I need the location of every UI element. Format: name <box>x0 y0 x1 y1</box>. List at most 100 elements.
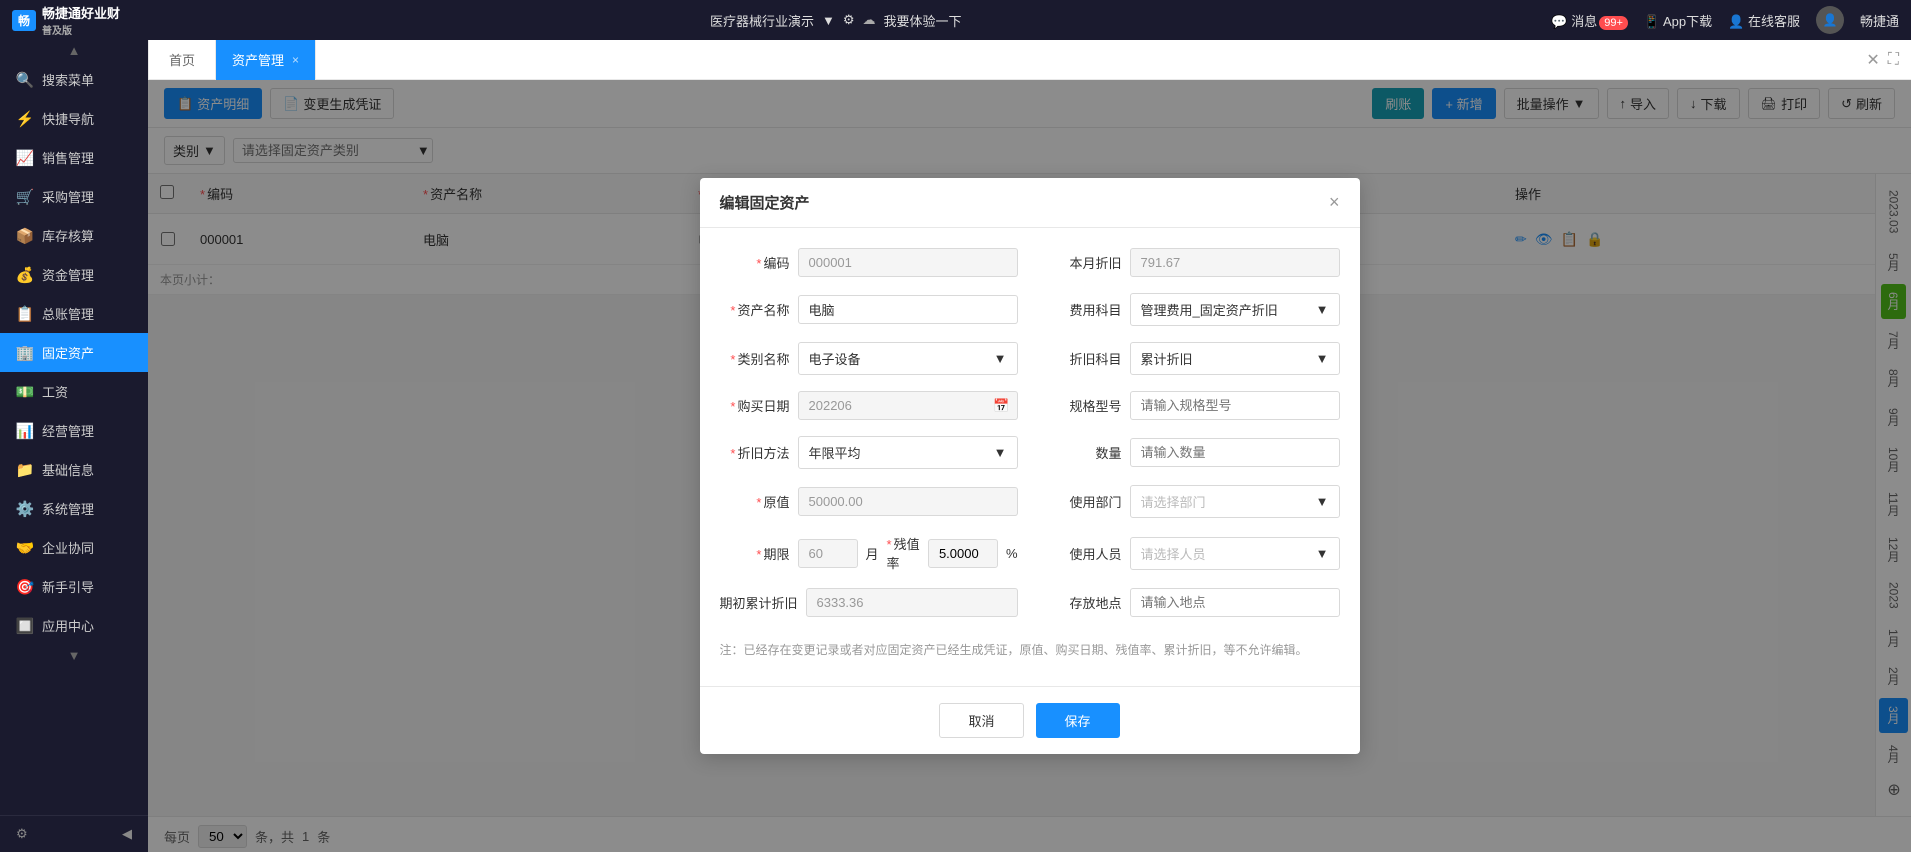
top-bar-left: 畅 畅捷通好业财 普及版 <box>12 3 120 37</box>
sidebar-label-ledger: 总账管理 <box>42 304 94 323</box>
modal-body: *编码 本月折旧 *资产 <box>700 228 1360 686</box>
save-btn[interactable]: 保存 <box>1036 703 1120 738</box>
sidebar-item-inventory[interactable]: 📦 库存核算 <box>0 216 148 255</box>
form-row-3: *类别名称 电子设备 ▼ 折旧科目 累计折旧 <box>720 342 1340 375</box>
form-group-depreciation-method: *折旧方法 年限平均 ▼ <box>720 436 1018 469</box>
cancel-btn[interactable]: 取消 <box>939 703 1023 738</box>
purchase-icon: 🛒 <box>16 188 34 206</box>
this-month-depreciation-input[interactable] <box>1130 248 1340 277</box>
modal-header: 编辑固定资产 × <box>700 178 1360 228</box>
department-select[interactable]: 请选择部门 ▼ <box>1130 485 1340 518</box>
form-group-spec: 规格型号 <box>1042 391 1340 420</box>
form-group-quantity: 数量 <box>1042 436 1340 469</box>
period-input[interactable] <box>798 539 858 568</box>
residual-rate-unit: % <box>1006 546 1018 561</box>
dropdown-icon[interactable]: ▼ <box>822 13 835 28</box>
sidebar-label-search: 搜索菜单 <box>42 70 94 89</box>
tab-close-icon[interactable]: × <box>292 53 299 67</box>
modal-note: 注：已经存在变更记录或者对应固定资产已经生成凭证，原值、购买日期、残值率、累计折… <box>720 633 1340 666</box>
department-dropdown-icon: ▼ <box>1316 494 1329 509</box>
form-row-6: *原值 使用部门 请选择部门 ▼ <box>720 485 1340 518</box>
form-group-purchase-date: *购买日期 📅 <box>720 391 1018 420</box>
residual-rate-input[interactable] <box>928 539 998 568</box>
tab-asset-mgmt[interactable]: 资产管理 × <box>216 40 316 80</box>
initial-accumulated-input[interactable] <box>806 588 1018 617</box>
expense-subject-dropdown-icon: ▼ <box>1316 302 1329 317</box>
depreciation-method-select[interactable]: 年限平均 ▼ <box>798 436 1018 469</box>
asset-name-input[interactable] <box>798 295 1018 324</box>
tab-close-right-icon[interactable]: ✕ <box>1866 50 1879 70</box>
fixed-assets-icon: 🏢 <box>16 344 34 362</box>
sidebar-item-ledger[interactable]: 📋 总账管理 <box>0 294 148 333</box>
page-content: 📋 资产明细 📄 变更生成凭证 刷账 + 新增 批量操 <box>148 80 1911 852</box>
tab-expand-icon[interactable]: ⛶ <box>1888 51 1899 69</box>
form-group-initial-accumulated: 期初累计折旧 <box>720 588 1018 617</box>
tab-right-icons: ✕ ⛶ <box>1866 50 1911 70</box>
sidebar-item-cooperation[interactable]: 🤝 企业协同 <box>0 528 148 567</box>
operations-icon: 📊 <box>16 422 34 440</box>
top-bar-right: 💬 消息99+ 📱 App下载 👤 在线客服 👤 畅捷通 <box>1551 6 1899 34</box>
sidebar-label-fixed-assets: 固定资产 <box>42 343 94 362</box>
sidebar-item-app-center[interactable]: 🔲 应用中心 <box>0 606 148 645</box>
top-bar-center: 医疗器械行业演示 ▼ ⚙ ☁ 我要体验一下 <box>710 11 962 30</box>
capital-icon: 💰 <box>16 266 34 284</box>
form-group-code: *编码 <box>720 248 1018 277</box>
sidebar-bottom: ⚙ ◀ <box>0 815 148 852</box>
sidebar-item-capital[interactable]: 💰 资金管理 <box>0 255 148 294</box>
sidebar-item-basic-info[interactable]: 📁 基础信息 <box>0 450 148 489</box>
cloud-icon: ☁ <box>862 12 875 28</box>
sidebar-item-system[interactable]: ⚙️ 系统管理 <box>0 489 148 528</box>
sidebar-settings-icon[interactable]: ⚙ <box>16 826 28 842</box>
sidebar-item-search[interactable]: 🔍 搜索菜单 <box>0 60 148 99</box>
sidebar-scroll-up[interactable]: ▲ <box>0 40 148 60</box>
tab-home[interactable]: 首页 <box>148 40 216 80</box>
sidebar-collapse-icon[interactable]: ◀ <box>122 826 132 842</box>
sidebar-label-sales: 销售管理 <box>42 148 94 167</box>
category-select[interactable]: 电子设备 ▼ <box>798 342 1018 375</box>
industry-name: 医疗器械行业演示 <box>710 11 814 30</box>
sidebar-label-payroll: 工资 <box>42 382 68 401</box>
form-row-4: *购买日期 📅 规格型号 <box>720 391 1340 420</box>
app-download-btn[interactable]: 📱 App下载 <box>1644 11 1712 30</box>
form-row-7: *期限 月 *残值率 % <box>720 534 1340 572</box>
quantity-input[interactable] <box>1130 438 1340 467</box>
sidebar-scroll-down[interactable]: ▼ <box>0 645 148 665</box>
sidebar-item-quick-nav[interactable]: ⚡ 快捷导航 <box>0 99 148 138</box>
customer-service-btn[interactable]: 👤 在线客服 <box>1728 11 1800 30</box>
spec-input[interactable] <box>1130 391 1340 420</box>
sidebar-label-app-center: 应用中心 <box>42 616 94 635</box>
sidebar-item-sales[interactable]: 📈 销售管理 <box>0 138 148 177</box>
sidebar-item-purchase[interactable]: 🛒 采购管理 <box>0 177 148 216</box>
sidebar-item-guide[interactable]: 🎯 新手引导 <box>0 567 148 606</box>
original-value-input[interactable] <box>798 487 1018 516</box>
sidebar-label-basic-info: 基础信息 <box>42 460 94 479</box>
depreciation-subject-select[interactable]: 累计折旧 ▼ <box>1130 342 1340 375</box>
content-area: 首页 资产管理 × ✕ ⛶ 📋 资产明细 <box>148 40 1911 852</box>
message-btn[interactable]: 💬 消息99+ <box>1551 11 1628 30</box>
sidebar-item-operations[interactable]: 📊 经营管理 <box>0 411 148 450</box>
modal-close-btn[interactable]: × <box>1329 192 1340 213</box>
purchase-date-input[interactable] <box>798 391 1018 420</box>
period-unit: 月 <box>866 544 879 563</box>
form-group-original-value: *原值 <box>720 485 1018 518</box>
personnel-select[interactable]: 请选择人员 ▼ <box>1130 537 1340 570</box>
form-group-storage-location: 存放地点 <box>1042 588 1340 617</box>
sidebar-item-payroll[interactable]: 💵 工资 <box>0 372 148 411</box>
app-logo: 畅 畅捷通好业财 普及版 <box>12 3 120 37</box>
form-group-expense-subject: 费用科目 管理费用_固定资产折旧 ▼ <box>1042 293 1340 326</box>
sidebar: ▲ 🔍 搜索菜单 ⚡ 快捷导航 📈 销售管理 🛒 采购管理 📦 库存核算 <box>0 40 148 852</box>
sidebar-item-fixed-assets[interactable]: 🏢 固定资产 <box>0 333 148 372</box>
sidebar-label-operations: 经营管理 <box>42 421 94 440</box>
form-group-department: 使用部门 请选择部门 ▼ <box>1042 485 1340 518</box>
form-group-category: *类别名称 电子设备 ▼ <box>720 342 1018 375</box>
personnel-dropdown-icon: ▼ <box>1316 546 1329 561</box>
depreciation-subject-dropdown-icon: ▼ <box>1316 351 1329 366</box>
sidebar-label-guide: 新手引导 <box>42 577 94 596</box>
experience-label[interactable]: 我要体验一下 <box>883 11 961 30</box>
user-avatar: 👤 <box>1816 6 1844 34</box>
expense-subject-select[interactable]: 管理费用_固定资产折旧 ▼ <box>1130 293 1340 326</box>
settings-icon[interactable]: ⚙ <box>843 12 855 28</box>
category-dropdown-icon: ▼ <box>994 351 1007 366</box>
code-input[interactable] <box>798 248 1018 277</box>
storage-location-input[interactable] <box>1130 588 1340 617</box>
